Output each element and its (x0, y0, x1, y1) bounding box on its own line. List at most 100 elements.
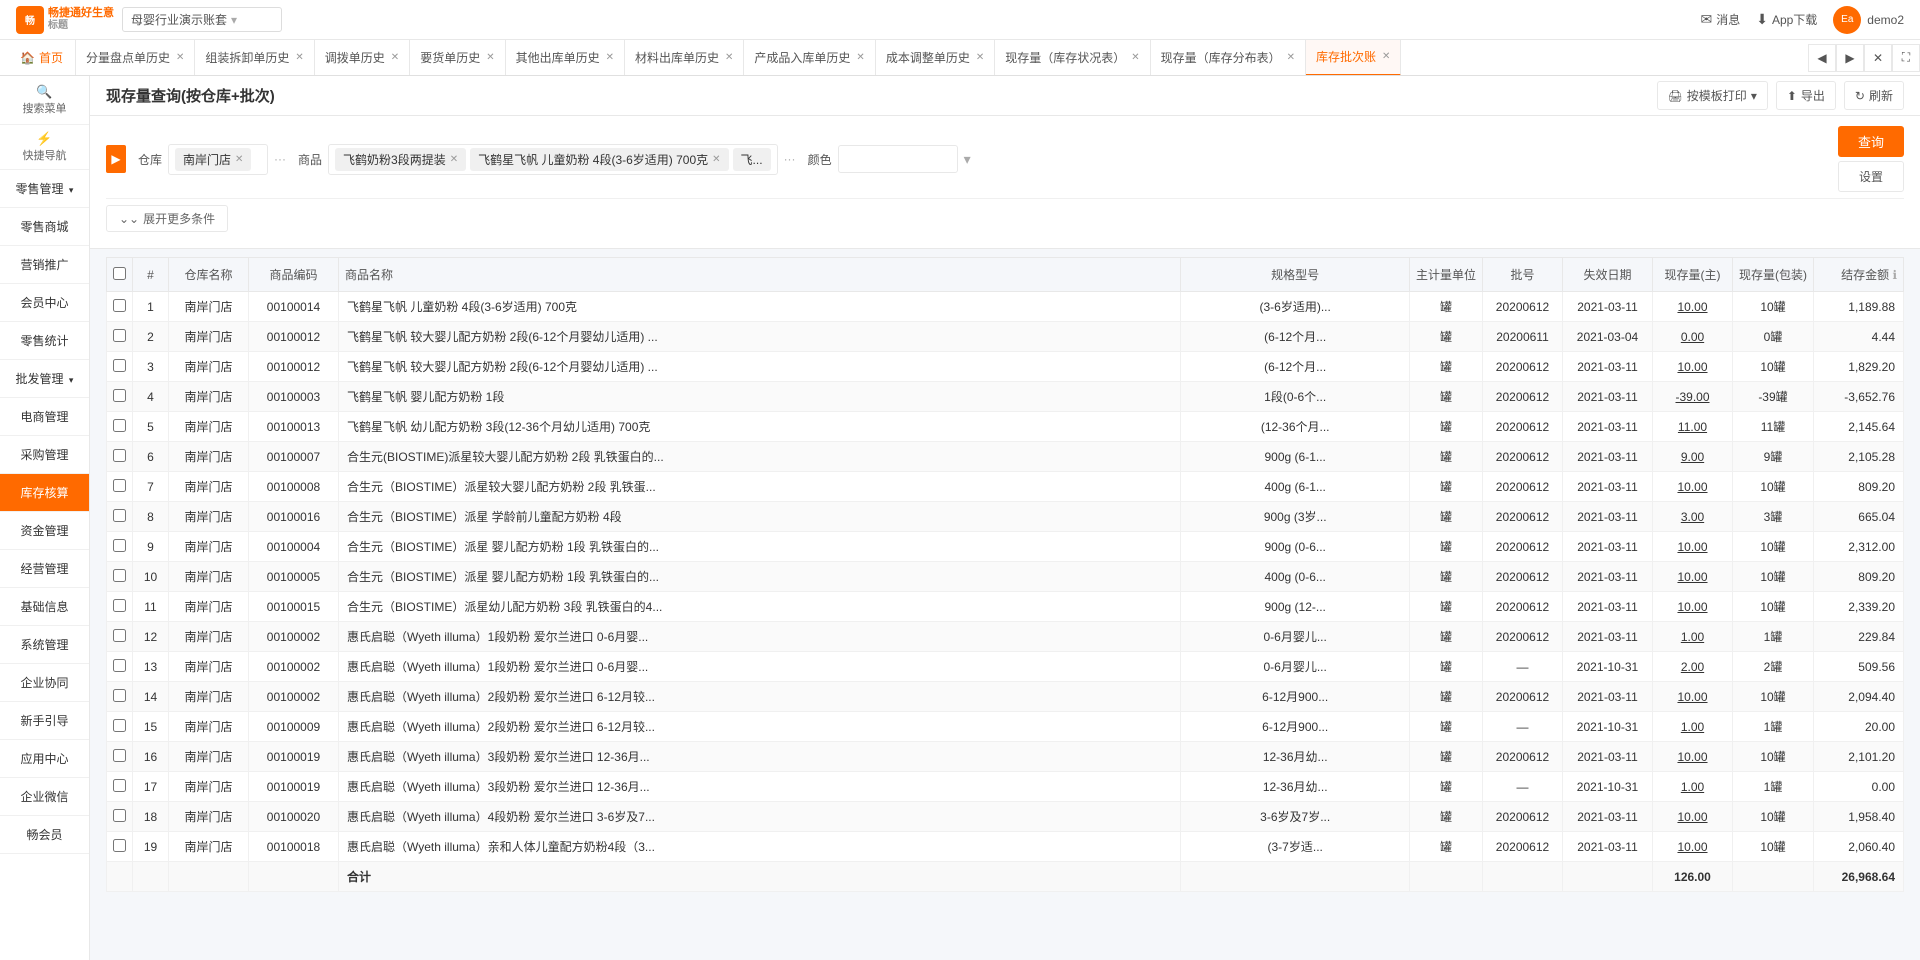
tab-item-3[interactable]: 要货单历史 ✕ (410, 40, 505, 76)
tab-maximize[interactable]: ⛶ (1892, 44, 1920, 72)
row-checkbox[interactable] (107, 442, 133, 472)
sidebar-item-system[interactable]: 系统管理 (0, 626, 89, 664)
tab-close-all[interactable]: ✕ (1864, 44, 1892, 72)
tab-home[interactable]: 🏠 首页 (8, 40, 76, 76)
row-qty[interactable]: 10.00 (1653, 532, 1733, 562)
row-checkbox[interactable] (107, 292, 133, 322)
row-qty[interactable]: 11.00 (1653, 412, 1733, 442)
refresh-btn[interactable]: ↻ 刷新 (1844, 81, 1904, 110)
sidebar-item-app-center[interactable]: 应用中心 (0, 740, 89, 778)
sidebar-item-wechat[interactable]: 企业微信 (0, 778, 89, 816)
tab-scroll-right[interactable]: ▶ (1836, 44, 1864, 72)
warehouse-tags[interactable]: 南岸门店 ✕ (168, 144, 268, 175)
sidebar-quick-nav[interactable]: ⚡ 快捷导航 (0, 125, 89, 170)
product-tag-0-close[interactable]: ✕ (450, 154, 458, 165)
tab-close-9[interactable]: ✕ (1287, 52, 1295, 63)
tab-close-2[interactable]: ✕ (391, 52, 399, 63)
tab-item-6[interactable]: 产成品入库单历史 ✕ (744, 40, 875, 76)
row-qty[interactable]: 10.00 (1653, 802, 1733, 832)
messages-btn[interactable]: ✉ 消息 (1700, 11, 1740, 28)
row-qty[interactable]: -39.00 (1653, 382, 1733, 412)
tab-item-5[interactable]: 材料出库单历史 ✕ (625, 40, 744, 76)
row-checkbox[interactable] (107, 322, 133, 352)
sidebar-item-finance[interactable]: 资金管理 (0, 512, 89, 550)
tab-item-10[interactable]: 库存批次账 ✕ (1306, 40, 1401, 76)
row-checkbox[interactable] (107, 472, 133, 502)
row-checkbox[interactable] (107, 652, 133, 682)
user-area[interactable]: Ea demo2 (1833, 6, 1904, 34)
tab-scroll-left[interactable]: ◀ (1808, 44, 1836, 72)
sidebar-item-member2[interactable]: 畅会员 (0, 816, 89, 854)
expand-conditions-btn[interactable]: ⌄⌄ 展开更多条件 (106, 205, 228, 232)
sidebar-item-ecommerce[interactable]: 电商管理 (0, 398, 89, 436)
row-checkbox[interactable] (107, 412, 133, 442)
row-qty[interactable]: 2.00 (1653, 652, 1733, 682)
sidebar-item-marketing[interactable]: 营销推广 (0, 246, 89, 284)
sidebar-item-retail-mall[interactable]: 零售商城 (0, 208, 89, 246)
tab-close-3[interactable]: ✕ (486, 52, 494, 63)
tab-close-8[interactable]: ✕ (1131, 52, 1139, 63)
row-checkbox[interactable] (107, 352, 133, 382)
tab-close-6[interactable]: ✕ (856, 52, 864, 63)
row-checkbox[interactable] (107, 802, 133, 832)
row-qty[interactable]: 10.00 (1653, 292, 1733, 322)
row-checkbox[interactable] (107, 742, 133, 772)
tab-close-4[interactable]: ✕ (606, 52, 614, 63)
warehouse-tag[interactable]: 南岸门店 ✕ (175, 148, 251, 171)
row-qty[interactable]: 10.00 (1653, 682, 1733, 712)
th-checkbox[interactable] (107, 258, 133, 292)
sidebar-item-inventory[interactable]: 库存核算 (0, 474, 89, 512)
sidebar-item-member[interactable]: 会员中心 (0, 284, 89, 322)
row-qty[interactable]: 10.00 (1653, 472, 1733, 502)
product-tag-more[interactable]: 飞... (733, 148, 771, 171)
tab-close-10[interactable]: ✕ (1382, 51, 1390, 62)
row-checkbox[interactable] (107, 622, 133, 652)
sidebar-item-retail-management[interactable]: 零售管理 ▾ (0, 170, 89, 208)
query-btn[interactable]: 查询 (1838, 126, 1904, 157)
row-checkbox[interactable] (107, 382, 133, 412)
sidebar-item-guide[interactable]: 新手引导 (0, 702, 89, 740)
tab-item-0[interactable]: 分量盘点单历史 ✕ (76, 40, 195, 76)
sidebar-item-basic-info[interactable]: 基础信息 (0, 588, 89, 626)
tab-item-9[interactable]: 现存量（库存分布表） ✕ (1151, 40, 1306, 76)
row-qty[interactable]: 1.00 (1653, 772, 1733, 802)
row-checkbox[interactable] (107, 502, 133, 532)
row-qty[interactable]: 10.00 (1653, 742, 1733, 772)
row-qty[interactable]: 10.00 (1653, 832, 1733, 862)
tab-item-8[interactable]: 现存量（库存状况表） ✕ (995, 40, 1150, 76)
row-qty[interactable]: 1.00 (1653, 622, 1733, 652)
chevron-down-icon-color[interactable]: ▾ (964, 151, 971, 168)
amount-info-icon[interactable]: ℹ (1892, 268, 1897, 282)
app-download-btn[interactable]: ⬇ App下载 (1756, 11, 1817, 28)
tab-item-1[interactable]: 组装拆卸单历史 ✕ (195, 40, 314, 76)
product-tag-1[interactable]: 飞鹤星飞帆 儿童奶粉 4段(3-6岁适用) 700克 ✕ (470, 148, 728, 171)
row-checkbox[interactable] (107, 532, 133, 562)
tab-item-2[interactable]: 调拨单历史 ✕ (315, 40, 410, 76)
collapse-btn[interactable]: ▶ (106, 145, 126, 173)
filter-toggle[interactable]: ▶ (106, 145, 126, 173)
tab-item-7[interactable]: 成本调整单历史 ✕ (876, 40, 995, 76)
sidebar-item-operations[interactable]: 经营管理 (0, 550, 89, 588)
settings-btn[interactable]: 设置 (1838, 161, 1904, 192)
color-tags[interactable] (838, 145, 958, 173)
sidebar-item-retail-stats[interactable]: 零售统计 (0, 322, 89, 360)
row-checkbox[interactable] (107, 712, 133, 742)
template-print-btn[interactable]: 🖨 按模板打印 ▾ (1657, 81, 1768, 110)
row-qty[interactable]: 10.00 (1653, 562, 1733, 592)
sidebar-item-purchase[interactable]: 采购管理 (0, 436, 89, 474)
row-checkbox[interactable] (107, 682, 133, 712)
row-checkbox[interactable] (107, 562, 133, 592)
row-qty[interactable]: 10.00 (1653, 592, 1733, 622)
row-checkbox[interactable] (107, 592, 133, 622)
select-all-checkbox[interactable] (113, 267, 126, 280)
row-qty[interactable]: 1.00 (1653, 712, 1733, 742)
row-checkbox[interactable] (107, 832, 133, 862)
product-tag-0[interactable]: 飞鹤奶粉3段两提装 ✕ (335, 148, 466, 171)
product-tags[interactable]: 飞鹤奶粉3段两提装 ✕ 飞鹤星飞帆 儿童奶粉 4段(3-6岁适用) 700克 ✕… (328, 144, 778, 175)
tab-close-7[interactable]: ✕ (976, 52, 984, 63)
sidebar-item-wholesale[interactable]: 批发管理 ▾ (0, 360, 89, 398)
tab-item-4[interactable]: 其他出库单历史 ✕ (506, 40, 625, 76)
row-qty[interactable]: 3.00 (1653, 502, 1733, 532)
account-dropdown[interactable]: 母婴行业演示账套 ▾ (122, 7, 282, 32)
row-qty[interactable]: 9.00 (1653, 442, 1733, 472)
